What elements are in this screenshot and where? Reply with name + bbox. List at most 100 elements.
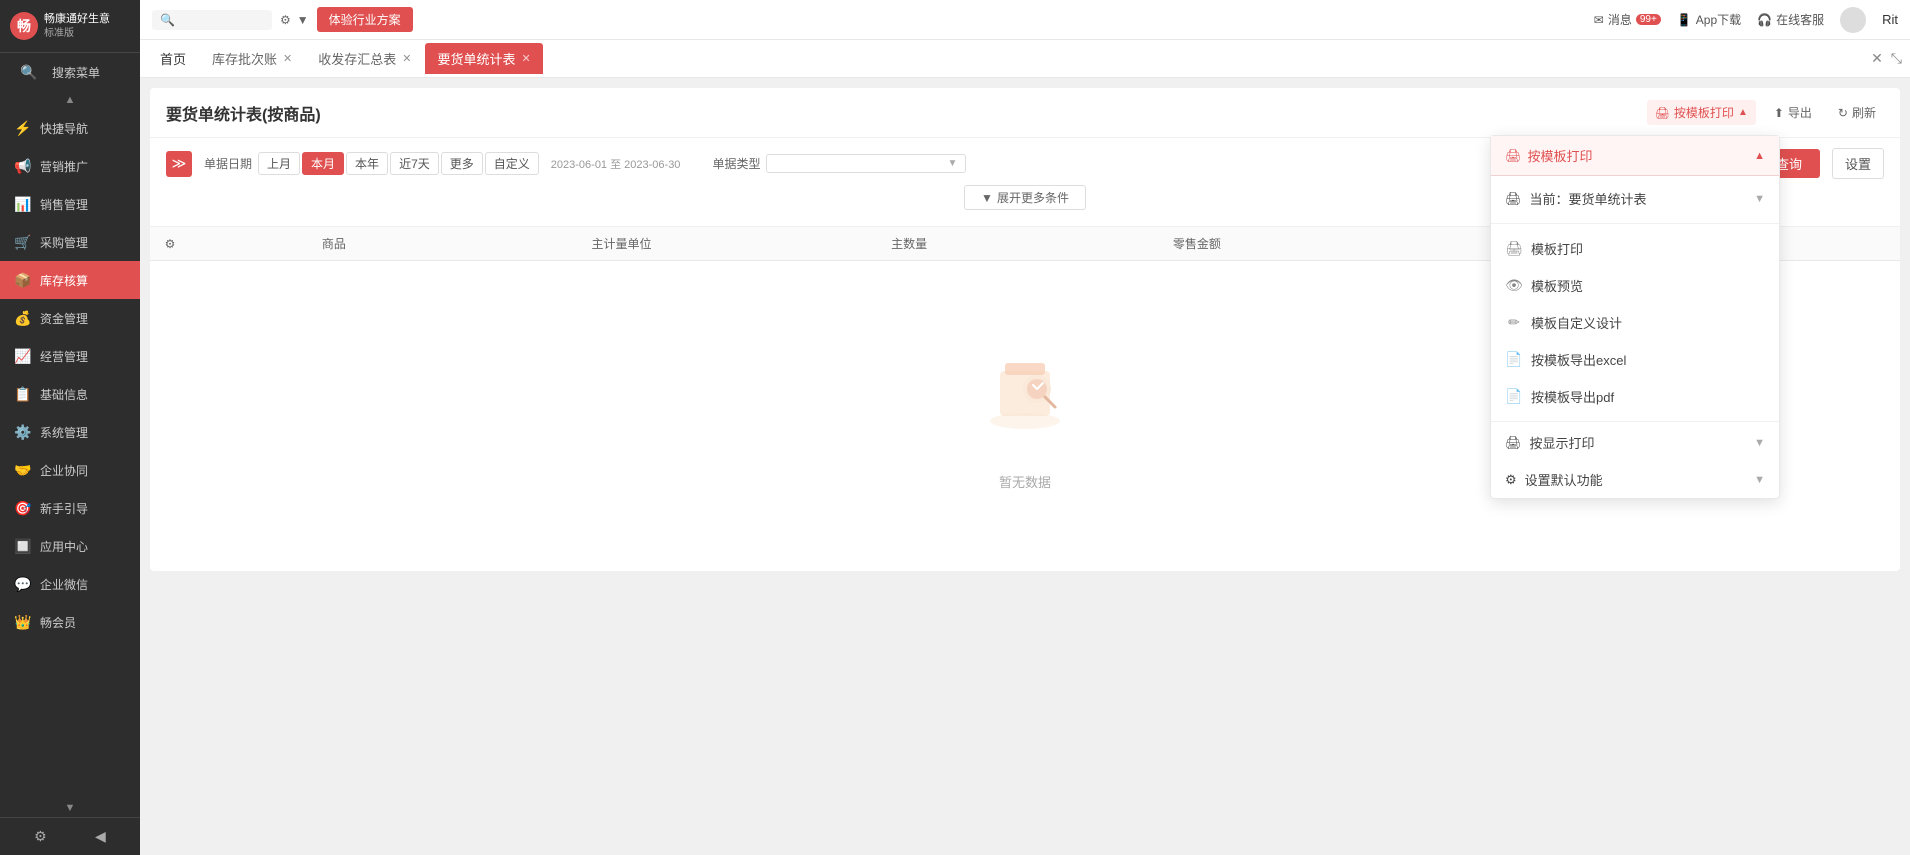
sidebar-item-kuaijie[interactable]: ⚡ 快捷导航 (0, 109, 140, 147)
dropdown-item-template-design[interactable]: ✏ 模板自定义设计 (1491, 304, 1779, 341)
sidebar-item-xinshou[interactable]: 🎯 新手引导 (0, 489, 140, 527)
export-btn[interactable]: ⬆ 导出 (1766, 100, 1820, 125)
dropdown-item-template-excel[interactable]: 📄 按模板导出excel (1491, 341, 1779, 378)
topbar-search-input[interactable] (175, 13, 265, 27)
nav-icon-kuaijie: ⚡ (14, 119, 32, 137)
sidebar-item-caigou[interactable]: 🛒 采购管理 (0, 223, 140, 261)
sidebar-item-xitong[interactable]: ⚙️ 系统管理 (0, 413, 140, 451)
sidebar-item-jingying[interactable]: 📈 经营管理 (0, 337, 140, 375)
topbar-search-icon: 🔍 (160, 13, 175, 27)
online-service-btn[interactable]: 🎧 在线客服 (1757, 11, 1824, 28)
sidebar-item-kucun[interactable]: 📦 库存核算 (0, 261, 140, 299)
dropdown-item-template-preview[interactable]: 👁 模板预览 (1491, 267, 1779, 304)
collapse-icon[interactable]: ◀ (95, 828, 106, 845)
sidebar-item-qiye[interactable]: 🤝 企业协同 (0, 451, 140, 489)
topbar: 🔍 ⚙ ▼ 体验行业方案 ✉ 消息 99+ 📱 App下载 🎧 在线客服 (140, 0, 1910, 40)
date-btn-more[interactable]: 更多 (441, 152, 483, 175)
template-excel-icon: 📄 (1505, 351, 1523, 368)
scroll-down-icon[interactable]: ▼ (65, 802, 76, 814)
type-filter: 单据类型 ▼ (712, 154, 966, 173)
message-btn[interactable]: ✉ 消息 99+ (1594, 11, 1661, 28)
nav-dropdown-btn[interactable]: ▼ (297, 13, 309, 27)
tab-shoufa-close[interactable]: ✕ (402, 52, 411, 65)
sidebar-item-weixin[interactable]: 💬 企业微信 (0, 565, 140, 603)
tab-yaohuo-tongji[interactable]: 要货单统计表 ✕ (425, 43, 542, 74)
nav-icon-weixin: 💬 (14, 575, 32, 593)
settings-button[interactable]: 设置 (1832, 148, 1884, 179)
nav-icon-xinshou: 🎯 (14, 499, 32, 517)
th-qty: 主数量 (765, 235, 1053, 252)
dropdown-current-item[interactable]: 🖨 当前：要货单统计表 ▼ (1491, 180, 1779, 217)
type-select[interactable]: ▼ (766, 154, 966, 173)
user-name: Rit (1882, 12, 1898, 27)
date-btn-last-month[interactable]: 上月 (258, 152, 300, 175)
dropdown-item-template-pdf[interactable]: 📄 按模板导出pdf (1491, 378, 1779, 415)
settings-icon[interactable]: ⚙ (34, 828, 47, 845)
tab-shoufa-huizong-label: 收发存汇总表 (318, 49, 396, 68)
sidebar-item-yingyong[interactable]: 🔲 应用中心 (0, 527, 140, 565)
export-icon: ⬆ (1774, 106, 1784, 120)
refresh-btn[interactable]: ↻ 刷新 (1830, 100, 1884, 125)
dropdown-items-section: 🖨 模板打印 👁 模板预览 ✏ 模板自定义设计 📄 按模板导出excel 📄 按… (1491, 226, 1779, 419)
topbar-right: ✉ 消息 99+ 📱 App下载 🎧 在线客服 Rit (1594, 7, 1898, 33)
template-print-icon: 🖨 (1505, 240, 1523, 257)
expand-down-icon: ▼ (981, 191, 993, 205)
date-btn-7days[interactable]: 近7天 (390, 152, 439, 175)
current-expand-icon: ▼ (1754, 193, 1765, 205)
refresh-icon: ↻ (1838, 106, 1848, 120)
date-filter: 单据日期 上月 本月 本年 近7天 更多 自定义 2023-06-01 至 20… (204, 152, 680, 175)
empty-text: 暂无数据 (999, 472, 1051, 491)
th-product: 商品 (190, 235, 478, 252)
print-template-btn[interactable]: 🖨 按模板打印 ▲ (1647, 100, 1756, 125)
date-btn-custom[interactable]: 自定义 (485, 152, 539, 175)
display-print-expand-icon: ▼ (1754, 437, 1765, 449)
sidebar-item-yingxiao[interactable]: 📢 营销推广 (0, 147, 140, 185)
chevron-up-icon: ▲ (1738, 107, 1748, 118)
template-pdf-icon: 📄 (1505, 388, 1523, 405)
dropdown-divider-1 (1491, 223, 1779, 224)
app-download-btn[interactable]: 📱 App下载 (1677, 11, 1741, 28)
tabs-bar: 首页 库存批次账 ✕ 收发存汇总表 ✕ 要货单统计表 ✕ ✕ ⤡ (140, 40, 1910, 78)
phone-icon: 📱 (1677, 13, 1692, 27)
tab-home[interactable]: 首页 (148, 43, 198, 74)
sidebar-item-zijin[interactable]: 💰 资金管理 (0, 299, 140, 337)
tab-shoufa-huizong[interactable]: 收发存汇总表 ✕ (306, 43, 423, 74)
page-title: 要货单统计表(按商品) (166, 101, 321, 125)
sidebar-item-xiaoshou[interactable]: 📊 销售管理 (0, 185, 140, 223)
filter-expand-icon[interactable]: ≫ (166, 151, 192, 177)
dropdown-item-template-print[interactable]: 🖨 模板打印 (1491, 230, 1779, 267)
nav-icon-caigou: 🛒 (14, 233, 32, 251)
sidebar-item-huiyuan[interactable]: 👑 畅会员 (0, 603, 140, 641)
dropdown-header: 🖨 按模板打印 ▲ (1491, 136, 1779, 176)
print-icon: 🖨 (1655, 106, 1670, 120)
tab-kucun-pizhi[interactable]: 库存批次账 ✕ (200, 43, 304, 74)
date-btn-this-month[interactable]: 本月 (302, 152, 344, 175)
nav-settings-btn[interactable]: ⚙ (280, 13, 291, 27)
tab-expand-icon[interactable]: ⤡ (1891, 50, 1902, 67)
dropdown-close-icon[interactable]: ▲ (1754, 150, 1765, 162)
dropdown-display-print[interactable]: 🖨 按显示打印 ▼ (1491, 424, 1779, 461)
sidebar-logo: 畅 畅康通好生意 标准版 (0, 0, 140, 53)
page-actions: 🖨 按模板打印 ▲ ⬆ 导出 ↻ 刷新 (1647, 100, 1884, 125)
nav-icon-zijin: 💰 (14, 309, 32, 327)
template-design-icon: ✏ (1505, 314, 1523, 331)
tab-yaohuo-tongji-label: 要货单统计表 (437, 49, 515, 68)
expand-more-filters-btn[interactable]: ▼ 展开更多条件 (964, 185, 1086, 210)
nav-icon-xitong: ⚙️ (14, 423, 32, 441)
sidebar-item-jichu[interactable]: 📋 基础信息 (0, 375, 140, 413)
scroll-up-icon[interactable]: ▲ (65, 94, 76, 106)
date-btn-this-year[interactable]: 本年 (346, 152, 388, 175)
experience-button[interactable]: 体验行业方案 (317, 7, 413, 32)
message-icon: ✉ (1594, 13, 1604, 27)
tab-kucun-pizhi-close[interactable]: ✕ (283, 52, 292, 65)
page-header: 要货单统计表(按商品) 🖨 按模板打印 ▲ ⬆ 导出 ↻ 刷新 (150, 88, 1900, 138)
current-template-icon: 🖨 (1505, 191, 1522, 207)
nav-icon-huiyuan: 👑 (14, 613, 32, 631)
tab-yaohuo-close[interactable]: ✕ (522, 52, 531, 65)
user-avatar[interactable] (1840, 7, 1866, 33)
logo-text: 畅康通好生意 标准版 (44, 12, 110, 39)
dropdown-default-fn[interactable]: ⚙ 设置默认功能 ▼ (1491, 461, 1779, 498)
tab-close-all-icon[interactable]: ✕ (1871, 50, 1883, 67)
search-menu-item[interactable]: 🔍 搜索菜单 (0, 53, 140, 91)
empty-illustration (975, 341, 1075, 460)
